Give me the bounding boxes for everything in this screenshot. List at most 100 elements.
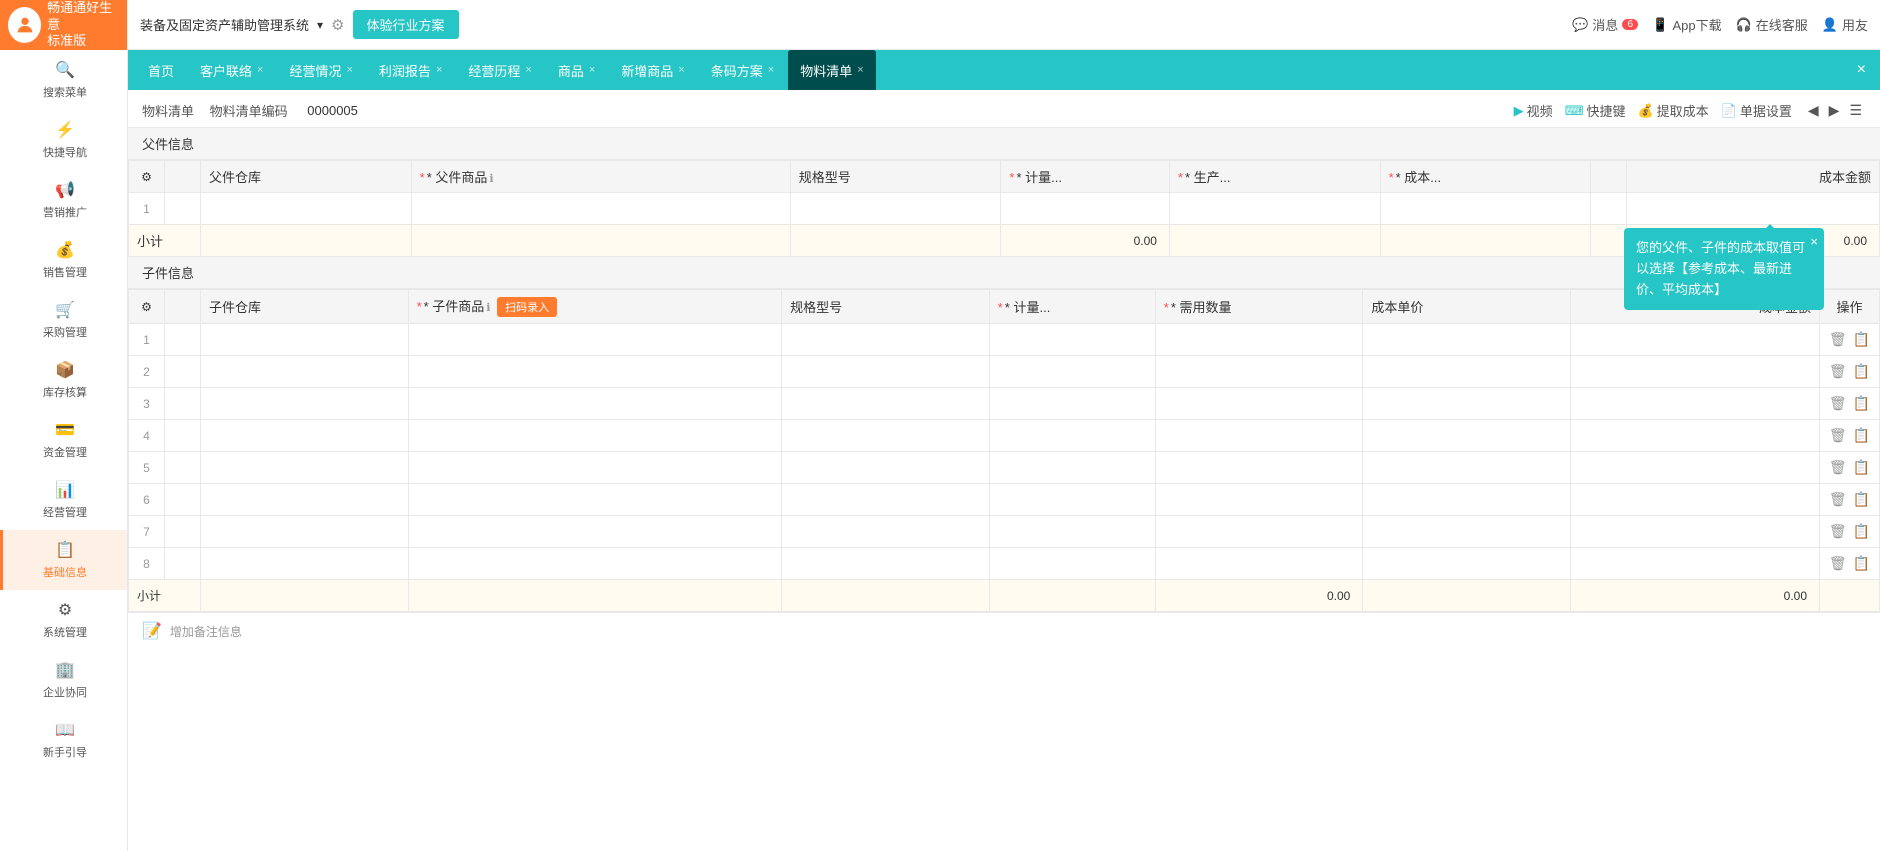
doc-settings-button[interactable]: 📄 单据设置 xyxy=(1721,101,1792,120)
parent-cell-produce[interactable] xyxy=(1169,193,1380,225)
child-cell-spec[interactable] xyxy=(782,548,990,580)
sidebar-item-search[interactable]: 🔍 搜索菜单 xyxy=(0,50,127,110)
parent-cell-product[interactable] xyxy=(411,193,790,225)
child-cell-unit[interactable] xyxy=(989,548,1155,580)
child-cell-unit[interactable] xyxy=(989,388,1155,420)
child-cell-product[interactable] xyxy=(408,356,782,388)
delete-icon[interactable]: 🗑 xyxy=(1829,555,1847,572)
child-cell-warehouse[interactable] xyxy=(201,324,409,356)
child-cell-product[interactable] xyxy=(408,324,782,356)
child-cell-warehouse[interactable] xyxy=(201,420,409,452)
tab-profit[interactable]: 利润报告 × xyxy=(367,50,454,90)
tab-home[interactable]: 首页 xyxy=(136,50,186,90)
tab-bom-close[interactable]: × xyxy=(857,64,863,76)
child-cell-qty[interactable] xyxy=(1155,452,1363,484)
copy-icon[interactable]: 📋 xyxy=(1853,427,1870,444)
sidebar-item-system[interactable]: ⚙ 系统管理 xyxy=(0,590,127,650)
child-cell-product[interactable] xyxy=(408,420,782,452)
tab-operations-close[interactable]: × xyxy=(346,64,352,76)
sidebar-item-newbie[interactable]: 📖 新手引导 xyxy=(0,710,127,770)
child-cell-unit-price[interactable] xyxy=(1363,452,1571,484)
child-cell-unit[interactable] xyxy=(989,324,1155,356)
scan-input-button[interactable]: 扫码录入 xyxy=(497,297,557,317)
delete-icon[interactable]: 🗑 xyxy=(1829,395,1847,412)
tab-history-close[interactable]: × xyxy=(525,64,531,76)
sidebar-item-marketing[interactable]: 📢 营销推广 xyxy=(0,170,127,230)
trial-button[interactable]: 体验行业方案 xyxy=(353,10,459,39)
child-cell-unit[interactable] xyxy=(989,452,1155,484)
sidebar-item-purchase[interactable]: 🛒 采购管理 xyxy=(0,290,127,350)
tab-bom[interactable]: 物料清单 × xyxy=(788,50,875,90)
sidebar-item-operations[interactable]: 📊 经营管理 xyxy=(0,470,127,530)
child-cell-warehouse[interactable] xyxy=(201,548,409,580)
delete-icon[interactable]: 🗑 xyxy=(1829,459,1847,476)
child-cell-qty[interactable] xyxy=(1155,388,1363,420)
tab-customer[interactable]: 客户联络 × xyxy=(188,50,275,90)
tab-goods[interactable]: 商品 × xyxy=(546,50,607,90)
settings-icon[interactable]: ⚙ xyxy=(331,16,344,34)
nav-close-all-button[interactable]: × xyxy=(1851,61,1872,79)
copy-icon[interactable]: 📋 xyxy=(1853,331,1870,348)
child-cell-unit[interactable] xyxy=(989,484,1155,516)
child-cell-unit-price[interactable] xyxy=(1363,548,1571,580)
shortcut-button[interactable]: ⌨ 快捷键 xyxy=(1565,101,1626,120)
cost-extract-button[interactable]: 💰 提取成本 xyxy=(1637,101,1708,120)
sidebar-item-enterprise[interactable]: 🏢 企业协同 xyxy=(0,650,127,710)
child-cell-spec[interactable] xyxy=(782,516,990,548)
child-cell-unit[interactable] xyxy=(989,516,1155,548)
child-cell-spec[interactable] xyxy=(782,452,990,484)
child-cell-product[interactable] xyxy=(408,484,782,516)
child-cell-warehouse[interactable] xyxy=(201,484,409,516)
header-dropdown[interactable]: ▾ xyxy=(317,18,323,32)
sidebar-item-finance[interactable]: 💳 资金管理 xyxy=(0,410,127,470)
tab-new-goods[interactable]: 新增商品 × xyxy=(609,50,696,90)
delete-icon[interactable]: 🗑 xyxy=(1829,331,1847,348)
app-download-button[interactable]: 📱 App下载 xyxy=(1652,15,1721,34)
child-cell-spec[interactable] xyxy=(782,388,990,420)
copy-icon[interactable]: 📋 xyxy=(1853,395,1870,412)
child-cell-unit[interactable] xyxy=(989,356,1155,388)
child-cell-unit-price[interactable] xyxy=(1363,420,1571,452)
child-cell-spec[interactable] xyxy=(782,484,990,516)
copy-icon[interactable]: 📋 xyxy=(1853,363,1870,380)
child-cell-warehouse[interactable] xyxy=(201,388,409,420)
prev-arrow[interactable]: ◀ xyxy=(1804,100,1823,121)
menu-icon[interactable]: ☰ xyxy=(1845,100,1866,121)
child-cell-product[interactable] xyxy=(408,548,782,580)
child-cell-spec[interactable] xyxy=(782,420,990,452)
sidebar-item-basic-info[interactable]: 📋 基础信息 xyxy=(0,530,127,590)
child-cell-warehouse[interactable] xyxy=(201,516,409,548)
child-cell-unit-price[interactable] xyxy=(1363,356,1571,388)
child-cell-qty[interactable] xyxy=(1155,484,1363,516)
child-cell-product[interactable] xyxy=(408,516,782,548)
child-cell-unit[interactable] xyxy=(989,420,1155,452)
copy-icon[interactable]: 📋 xyxy=(1853,459,1870,476)
delete-icon[interactable]: 🗑 xyxy=(1829,491,1847,508)
parent-cell-cost[interactable] xyxy=(1380,193,1591,225)
sidebar-item-sales[interactable]: 💰 销售管理 xyxy=(0,230,127,290)
child-cell-product[interactable] xyxy=(408,388,782,420)
child-cell-qty[interactable] xyxy=(1155,324,1363,356)
user-button[interactable]: 👤 用友 xyxy=(1822,15,1868,34)
service-button[interactable]: 🎧 在线客服 xyxy=(1736,15,1808,34)
tab-customer-close[interactable]: × xyxy=(257,64,263,76)
delete-icon[interactable]: 🗑 xyxy=(1829,523,1847,540)
tooltip-close-button[interactable]: × xyxy=(1810,232,1818,253)
tab-goods-close[interactable]: × xyxy=(589,64,595,76)
tab-operations[interactable]: 经营情况 × xyxy=(277,50,364,90)
delete-icon[interactable]: 🗑 xyxy=(1829,363,1847,380)
sidebar-item-quick-nav[interactable]: ⚡ 快捷导航 xyxy=(0,110,127,170)
parent-header-settings[interactable]: ⚙ xyxy=(129,161,165,193)
child-cell-product[interactable] xyxy=(408,452,782,484)
child-cell-unit-price[interactable] xyxy=(1363,388,1571,420)
child-header-settings[interactable]: ⚙ xyxy=(129,290,165,324)
tab-barcode[interactable]: 条码方案 × xyxy=(699,50,786,90)
tab-new-goods-close[interactable]: × xyxy=(678,64,684,76)
child-cell-spec[interactable] xyxy=(782,356,990,388)
child-cell-unit-price[interactable] xyxy=(1363,516,1571,548)
child-cell-qty[interactable] xyxy=(1155,548,1363,580)
child-cell-qty[interactable] xyxy=(1155,516,1363,548)
parent-cell-unit[interactable] xyxy=(1001,193,1170,225)
copy-icon[interactable]: 📋 xyxy=(1853,523,1870,540)
tab-history[interactable]: 经营历程 × xyxy=(456,50,543,90)
